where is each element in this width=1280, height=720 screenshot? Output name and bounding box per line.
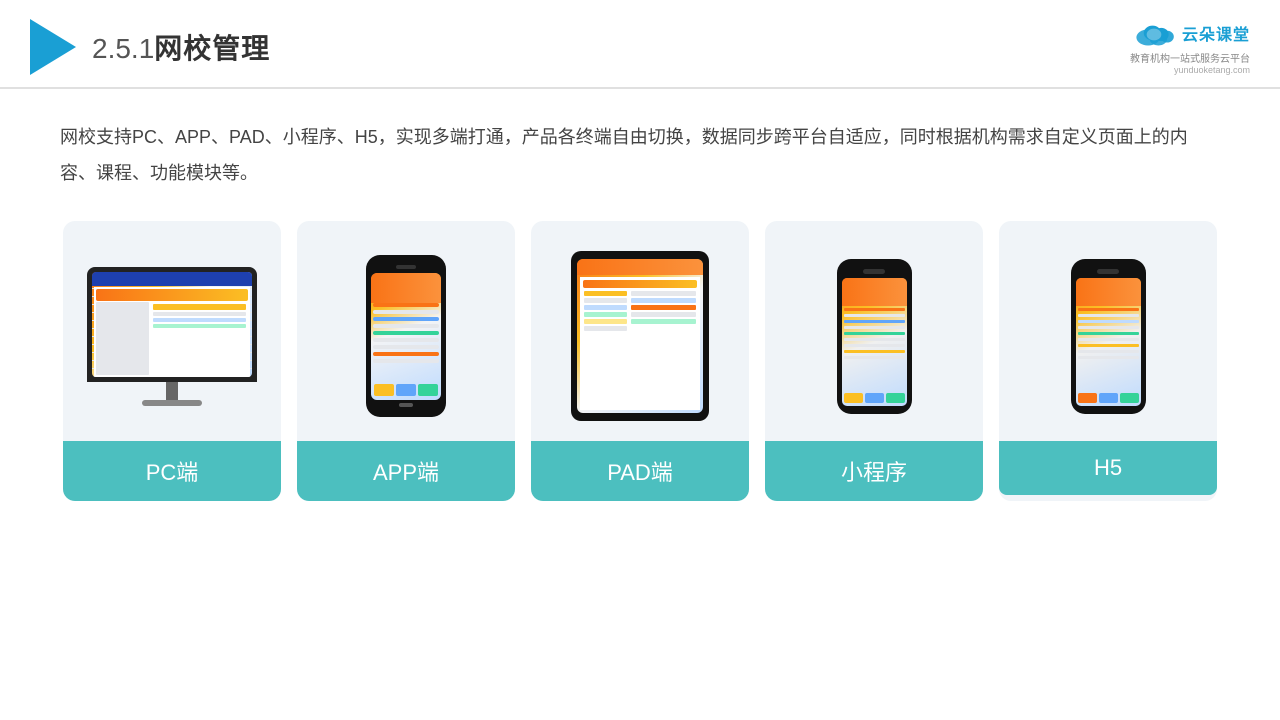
section-number: 2.5.1	[92, 33, 154, 64]
phone-mini-icon	[837, 259, 912, 414]
brand-logo-inner: 云朵课堂	[1132, 18, 1250, 48]
brand-url: yunduoketang.com	[1174, 65, 1250, 75]
page-title: 2.5.1网校管理	[92, 27, 270, 67]
header: 2.5.1网校管理 云朵课堂 教育机构一站式服务云平台 yunduoketang…	[0, 0, 1280, 89]
pc-monitor-icon	[87, 267, 257, 406]
title-text: 网校管理	[154, 33, 270, 64]
card-pc-label: PC端	[63, 441, 281, 501]
desc-paragraph: 网校支持PC、APP、PAD、小程序、H5，实现多端打通，产品各终端自由切换，数…	[60, 119, 1220, 191]
play-triangle-icon	[30, 19, 76, 75]
card-h5: H5	[999, 221, 1217, 501]
header-left: 2.5.1网校管理	[30, 19, 270, 75]
card-app-label: APP端	[297, 441, 515, 501]
pad-icon	[571, 251, 709, 421]
card-pc-image	[63, 221, 281, 441]
card-miniapp-label: 小程序	[765, 441, 983, 501]
card-pad-image	[531, 221, 749, 441]
card-app: APP端	[297, 221, 515, 501]
card-miniapp: 小程序	[765, 221, 983, 501]
phone-h5-icon	[1071, 259, 1146, 414]
cards-container: PC端	[0, 211, 1280, 521]
brand-logo: 云朵课堂 教育机构一站式服务云平台 yunduoketang.com	[1130, 18, 1250, 75]
phone-app-icon	[366, 255, 446, 417]
card-h5-label: H5	[999, 441, 1217, 495]
card-miniapp-image	[765, 221, 983, 441]
card-pad: PAD端	[531, 221, 749, 501]
description-text: 网校支持PC、APP、PAD、小程序、H5，实现多端打通，产品各终端自由切换，数…	[0, 89, 1280, 211]
brand-name: 云朵课堂	[1182, 21, 1250, 45]
brand-slogan: 教育机构一站式服务云平台	[1130, 50, 1250, 65]
cloud-icon	[1132, 18, 1176, 48]
card-h5-image	[999, 221, 1217, 441]
card-pc: PC端	[63, 221, 281, 501]
card-pad-label: PAD端	[531, 441, 749, 501]
card-app-image	[297, 221, 515, 441]
